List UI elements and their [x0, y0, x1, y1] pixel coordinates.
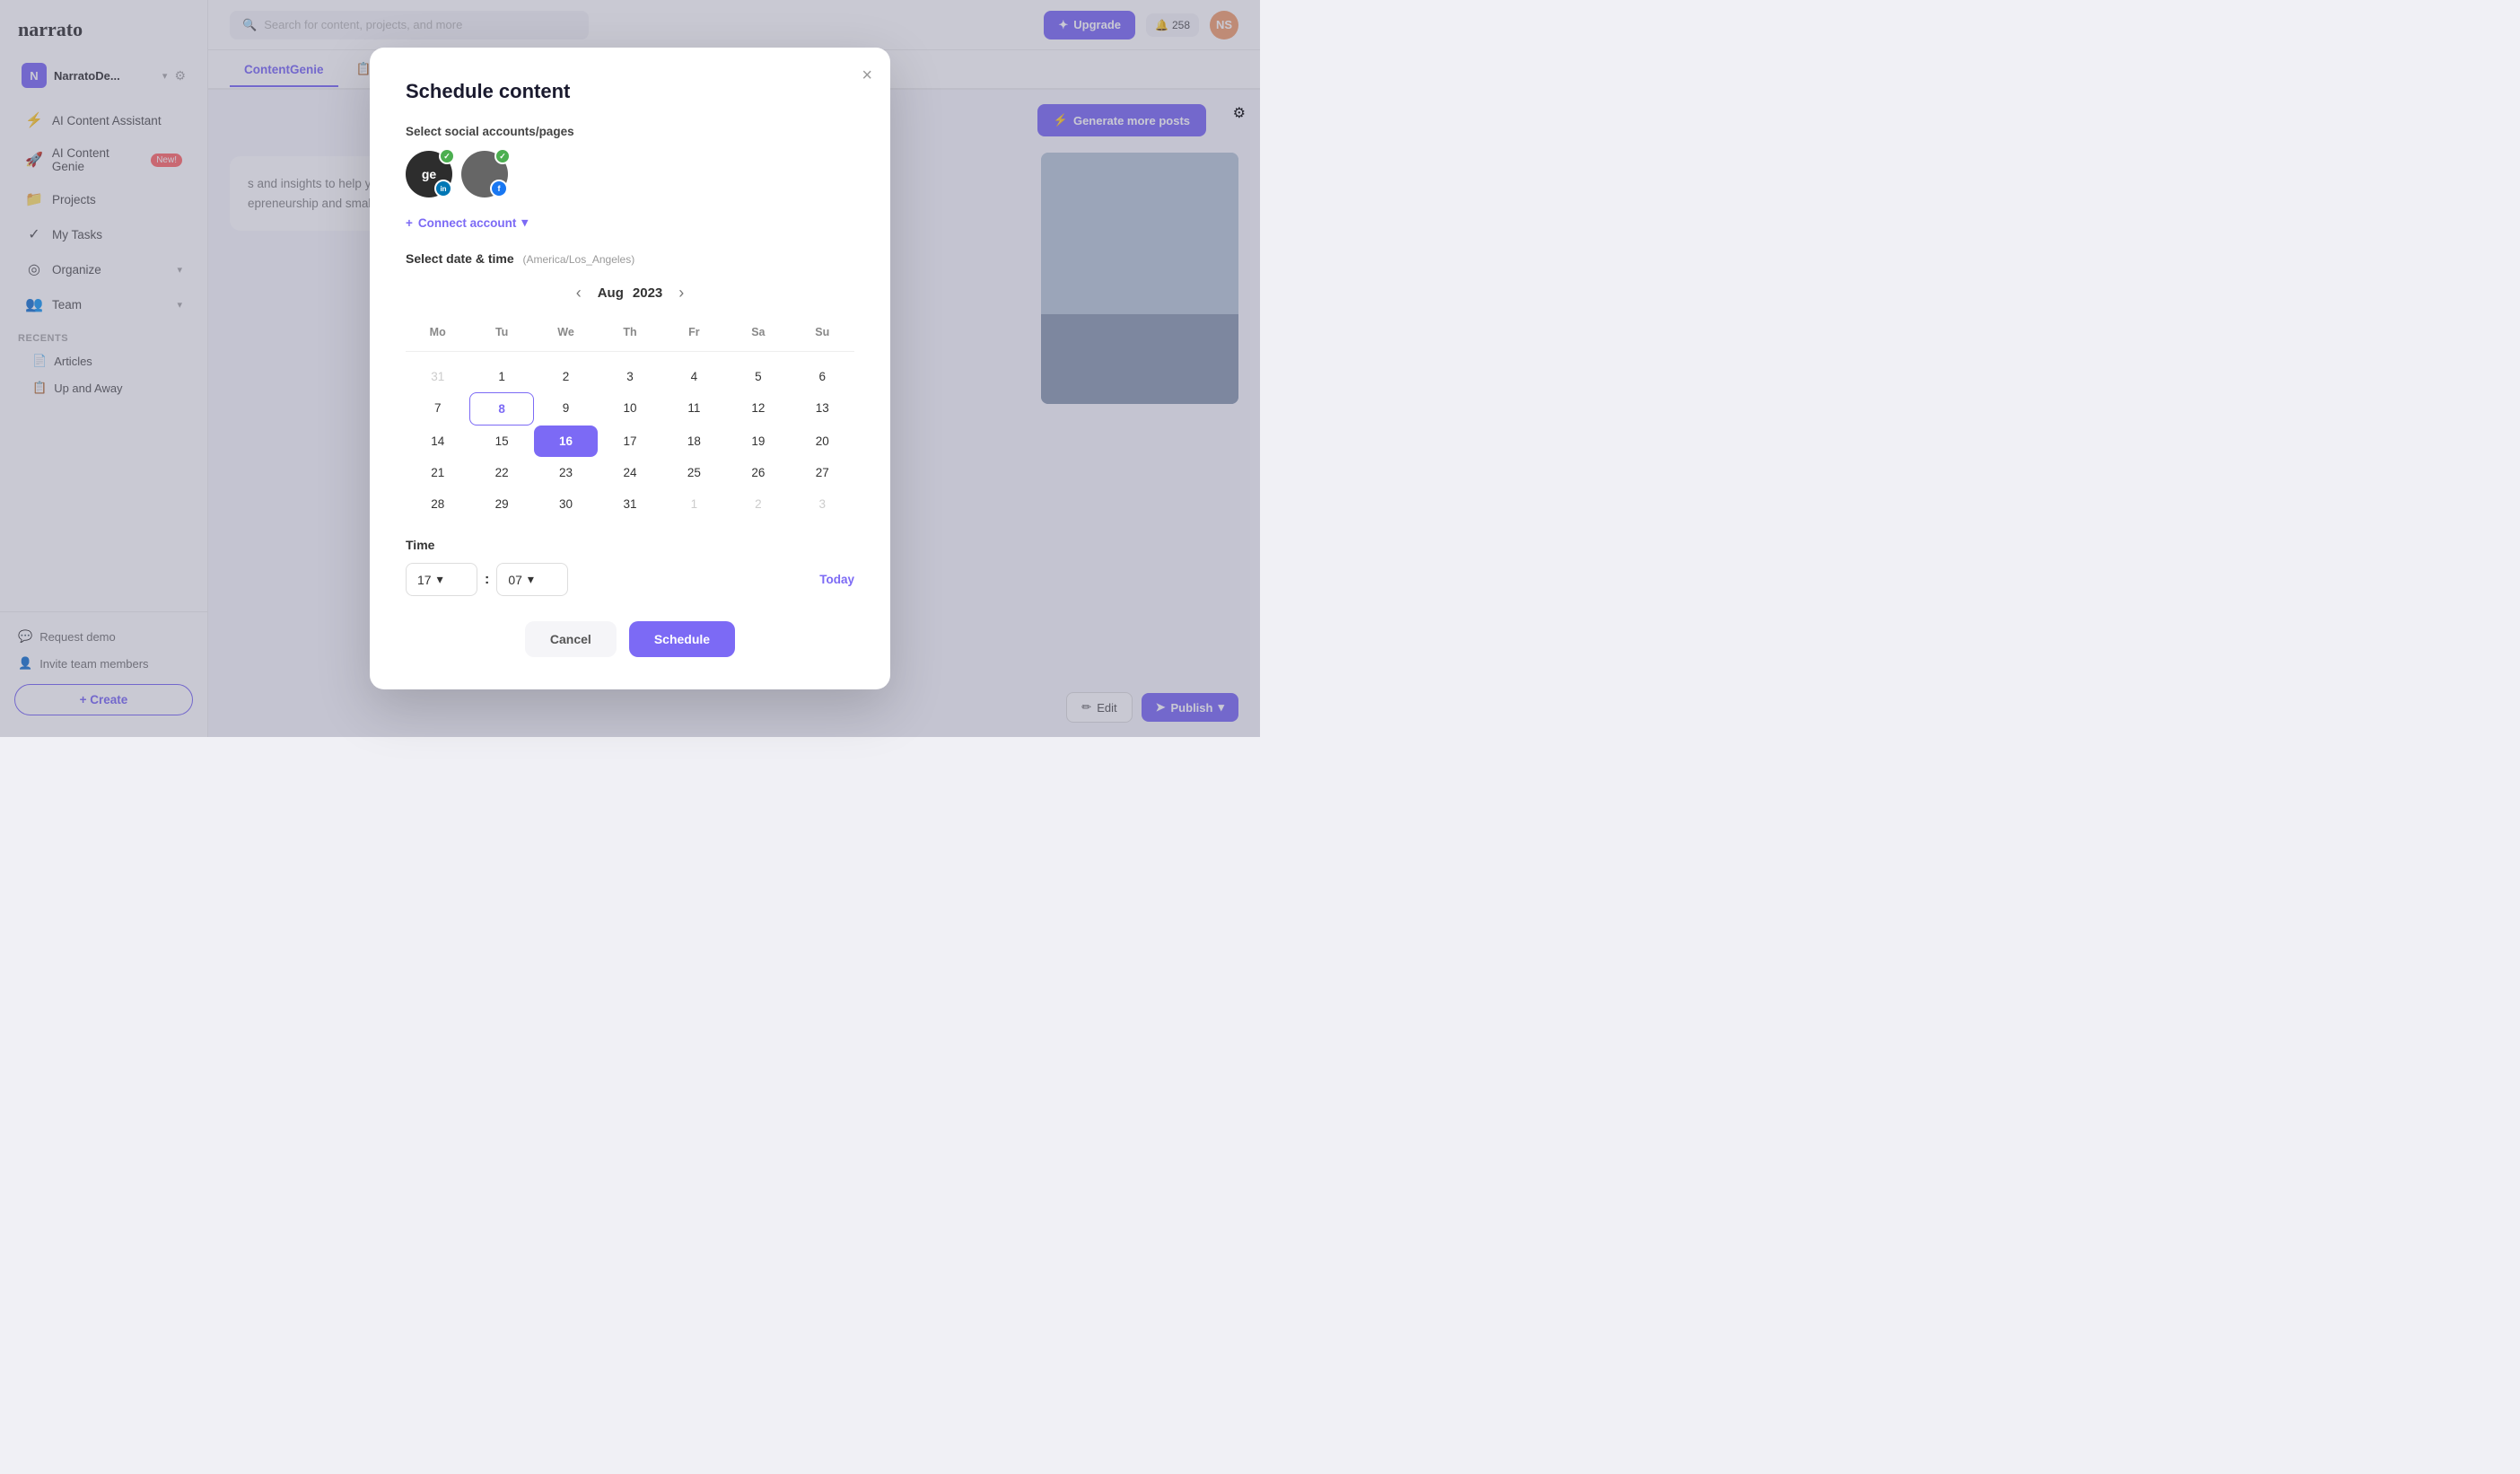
- accounts-section-label: Select social accounts/pages: [406, 125, 854, 138]
- calendar-cell[interactable]: 21: [406, 457, 469, 488]
- calendar-cell[interactable]: 9: [534, 392, 598, 426]
- calendar-cell[interactable]: 6: [791, 361, 854, 392]
- accounts-row: ge in ✓ f ✓: [406, 151, 854, 197]
- day-fr: Fr: [662, 320, 726, 344]
- calendar-divider: [406, 351, 854, 352]
- check-mark: ✓: [443, 152, 451, 162]
- day-tu: Tu: [469, 320, 533, 344]
- calendar-cell[interactable]: 25: [662, 457, 726, 488]
- time-colon: :: [485, 572, 489, 588]
- calendar-cell[interactable]: 15: [469, 426, 533, 457]
- calendar-cell[interactable]: 2: [726, 488, 790, 520]
- calendar-year: 2023: [633, 285, 662, 301]
- day-sa: Sa: [726, 320, 790, 344]
- calendar-cell[interactable]: 23: [534, 457, 598, 488]
- calendar-cell[interactable]: 8: [469, 392, 533, 426]
- calendar-cell[interactable]: 31: [598, 488, 661, 520]
- hour-chevron-icon: ▾: [437, 572, 443, 587]
- connect-plus-icon: +: [406, 216, 413, 230]
- linkedin-badge: in: [434, 180, 452, 197]
- calendar-grid: 3112345678910111213141516171819202122232…: [406, 361, 854, 520]
- modal-overlay: × Schedule content Select social account…: [0, 0, 1260, 737]
- calendar-cell[interactable]: 1: [662, 488, 726, 520]
- minute-chevron-icon: ▾: [528, 572, 534, 587]
- calendar-next-button[interactable]: ›: [671, 280, 691, 306]
- calendar-cell[interactable]: 16: [534, 426, 598, 457]
- minute-select[interactable]: 07 ▾: [496, 563, 568, 596]
- calendar-cell[interactable]: 24: [598, 457, 661, 488]
- hour-value: 17: [417, 573, 432, 587]
- facebook-badge: f: [490, 180, 508, 197]
- calendar-cell[interactable]: 20: [791, 426, 854, 457]
- modal-close-button[interactable]: ×: [862, 66, 872, 86]
- calendar-cell[interactable]: 26: [726, 457, 790, 488]
- calendar-cell[interactable]: 27: [791, 457, 854, 488]
- modal-title: Schedule content: [406, 80, 854, 103]
- calendar-cell[interactable]: 3: [791, 488, 854, 520]
- calendar-cell[interactable]: 2: [534, 361, 598, 392]
- minute-value: 07: [508, 573, 522, 587]
- connect-account-button[interactable]: + Connect account ▾: [406, 215, 854, 230]
- calendar-cell[interactable]: 3: [598, 361, 661, 392]
- calendar-cell[interactable]: 28: [406, 488, 469, 520]
- calendar-cell[interactable]: 29: [469, 488, 533, 520]
- calendar: ‹ Aug 2023 › Mo Tu We Th Fr Sa Su 311234…: [406, 280, 854, 520]
- calendar-cell[interactable]: 17: [598, 426, 661, 457]
- time-row: 17 ▾ : 07 ▾ Today: [406, 563, 854, 596]
- calendar-cell[interactable]: 7: [406, 392, 469, 426]
- day-su: Su: [791, 320, 854, 344]
- calendar-cell[interactable]: 4: [662, 361, 726, 392]
- facebook-icon: f: [498, 184, 501, 193]
- connect-account-label: Connect account: [418, 216, 517, 230]
- time-section: Time 17 ▾ : 07 ▾ Today: [406, 538, 854, 596]
- calendar-month: Aug: [598, 285, 624, 301]
- calendar-cell[interactable]: 18: [662, 426, 726, 457]
- connect-chevron-icon: ▾: [521, 215, 528, 230]
- hour-select[interactable]: 17 ▾: [406, 563, 477, 596]
- account-1-initials: ge: [422, 167, 436, 181]
- calendar-cell[interactable]: 22: [469, 457, 533, 488]
- calendar-cell[interactable]: 12: [726, 392, 790, 426]
- check-overlay-2: ✓: [494, 148, 511, 164]
- account-2[interactable]: f ✓: [461, 151, 508, 197]
- time-label: Time: [406, 538, 854, 552]
- account-1[interactable]: ge in ✓: [406, 151, 452, 197]
- datetime-label: Select date & time (America/Los_Angeles): [406, 251, 854, 266]
- cancel-button[interactable]: Cancel: [525, 621, 617, 657]
- calendar-cell[interactable]: 19: [726, 426, 790, 457]
- calendar-cell[interactable]: 10: [598, 392, 661, 426]
- calendar-cell[interactable]: 5: [726, 361, 790, 392]
- check-mark-2: ✓: [499, 152, 506, 162]
- calendar-cell[interactable]: 31: [406, 361, 469, 392]
- calendar-prev-button[interactable]: ‹: [569, 280, 589, 306]
- day-mo: Mo: [406, 320, 469, 344]
- calendar-cell[interactable]: 11: [662, 392, 726, 426]
- day-th: Th: [598, 320, 661, 344]
- calendar-header: ‹ Aug 2023 ›: [406, 280, 854, 306]
- check-overlay: ✓: [439, 148, 455, 164]
- calendar-cell[interactable]: 30: [534, 488, 598, 520]
- calendar-days-header: Mo Tu We Th Fr Sa Su: [406, 320, 854, 344]
- schedule-content-modal: × Schedule content Select social account…: [370, 48, 890, 689]
- calendar-cell[interactable]: 14: [406, 426, 469, 457]
- modal-footer: Cancel Schedule: [406, 621, 854, 657]
- today-link[interactable]: Today: [819, 573, 854, 586]
- timezone-label: (America/Los_Angeles): [523, 253, 635, 266]
- day-we: We: [534, 320, 598, 344]
- calendar-cell[interactable]: 1: [469, 361, 533, 392]
- schedule-button[interactable]: Schedule: [629, 621, 735, 657]
- linkedin-icon: in: [440, 185, 446, 193]
- calendar-cell[interactable]: 13: [791, 392, 854, 426]
